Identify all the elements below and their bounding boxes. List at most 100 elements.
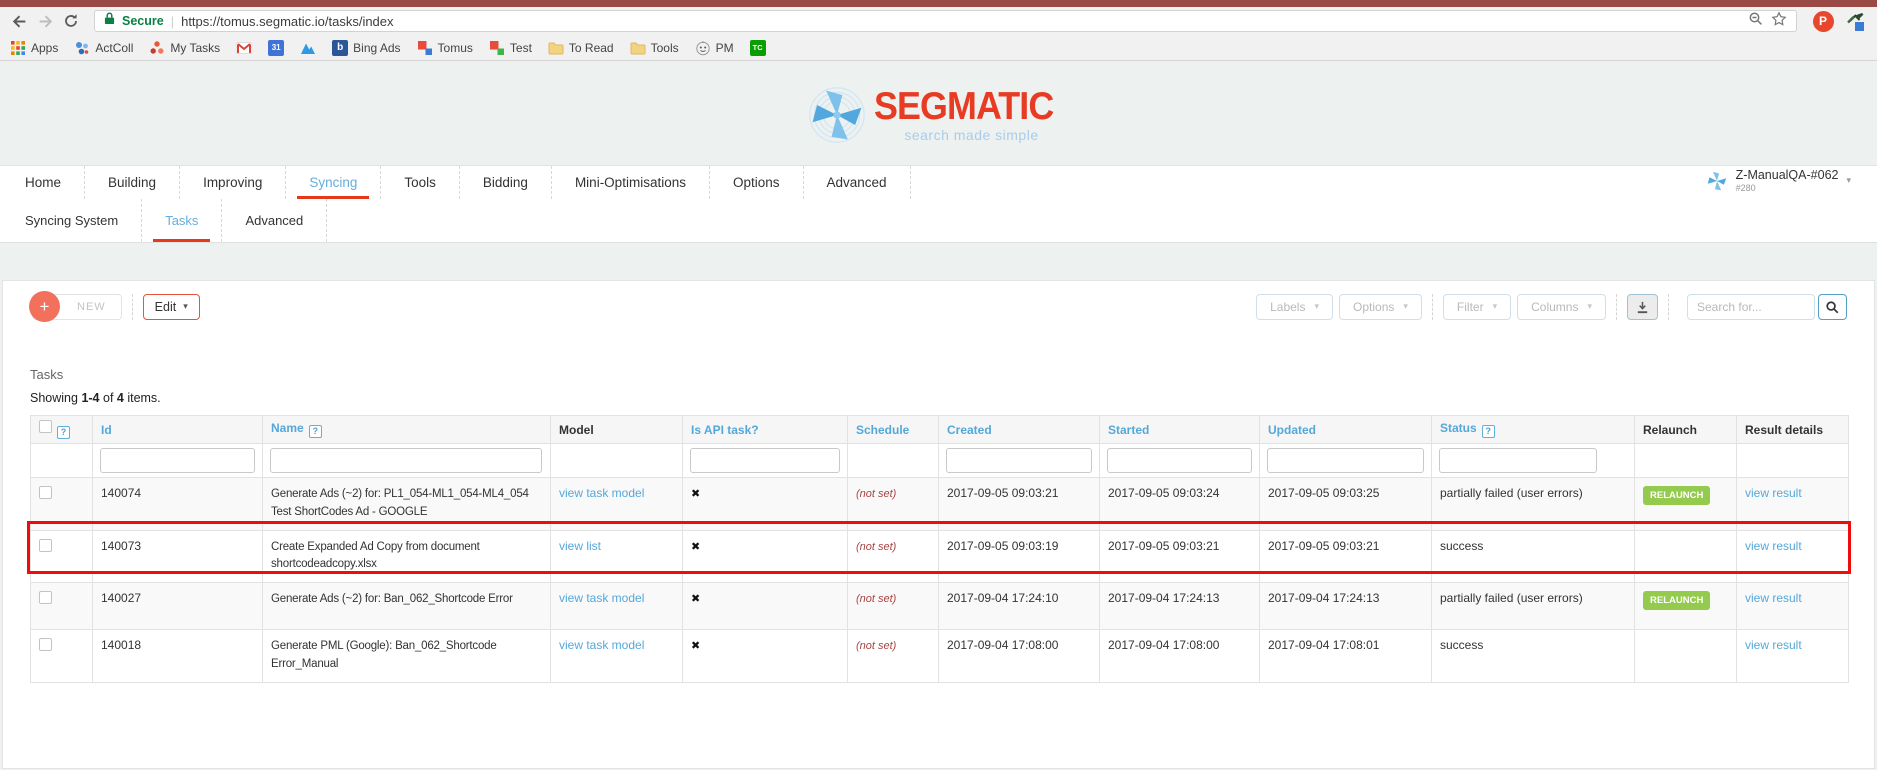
search-input[interactable] xyxy=(1687,294,1815,320)
cell-name: Generate Ads (~2) for: Ban_062_Shortcode… xyxy=(262,582,551,631)
apps-grid-icon xyxy=(11,40,25,55)
secure-label: Secure xyxy=(122,14,164,28)
bookmark-analytics[interactable] xyxy=(300,40,316,56)
row-checkbox[interactable] xyxy=(39,538,52,552)
zoom-icon[interactable] xyxy=(1748,11,1764,32)
padlock-icon xyxy=(104,11,115,31)
view-task-model-link[interactable]: view task model xyxy=(559,486,644,500)
col-model: Model xyxy=(550,415,683,444)
col-created[interactable]: Created xyxy=(938,415,1100,444)
bookmark-pm[interactable]: PM xyxy=(695,40,734,56)
help-icon[interactable]: ? xyxy=(308,424,322,438)
cell-name: Create Expanded Ad Copy from document sh… xyxy=(262,529,551,584)
bookmark-folder-to-read[interactable]: To Read xyxy=(548,40,614,56)
filter-input-name[interactable] xyxy=(270,448,542,473)
tc-icon: TC xyxy=(749,39,766,56)
col-relaunch: Relaunch xyxy=(1634,415,1737,444)
tab-syncing[interactable]: Syncing xyxy=(286,166,382,199)
tab-tools[interactable]: Tools xyxy=(381,166,460,199)
new-button[interactable]: NEW + xyxy=(29,291,122,322)
options-dropdown-button[interactable]: Options ▾ xyxy=(1339,294,1422,320)
row-checkbox[interactable] xyxy=(39,638,52,652)
col-schedule[interactable]: Schedule xyxy=(847,415,939,444)
tab-home[interactable]: Home xyxy=(2,166,86,199)
view-list-link[interactable]: view list xyxy=(559,539,601,553)
url-separator: | xyxy=(170,13,175,29)
extension-colorpicker-icon[interactable] xyxy=(1843,9,1867,33)
bookmark-actcoll[interactable]: ActColl xyxy=(74,40,133,56)
export-download-button[interactable] xyxy=(1627,294,1658,320)
subtab-tasks[interactable]: Tasks xyxy=(142,199,223,242)
view-result-link[interactable]: view result xyxy=(1745,591,1802,605)
api-false-icon: ✖ xyxy=(691,539,701,553)
bookmark-tomus[interactable]: Tomus xyxy=(417,40,473,56)
chevron-down-icon: ▾ xyxy=(183,302,188,312)
cell-schedule: (not set) xyxy=(856,593,897,606)
col-name[interactable]: Name? xyxy=(262,415,551,444)
bookmark-star-icon[interactable] xyxy=(1771,10,1787,32)
filter-input-id[interactable] xyxy=(100,448,255,473)
view-result-link[interactable]: view result xyxy=(1745,486,1802,500)
tab-improving[interactable]: Improving xyxy=(180,166,287,199)
apps-shortcut[interactable]: Apps xyxy=(10,40,58,56)
relaunch-button[interactable]: RELAUNCH xyxy=(1643,591,1711,611)
browser-tab-strip xyxy=(0,0,1877,7)
col-is-api-task[interactable]: Is API task? xyxy=(682,415,848,444)
cell-id: 140018 xyxy=(92,629,263,683)
view-result-link[interactable]: view result xyxy=(1745,638,1802,652)
columns-dropdown-button[interactable]: Columns ▾ xyxy=(1517,294,1606,320)
tab-bidding[interactable]: Bidding xyxy=(460,166,552,199)
filter-input-started[interactable] xyxy=(1107,448,1252,473)
bookmark-folder-tools[interactable]: Tools xyxy=(630,40,679,56)
folder-icon xyxy=(548,42,564,54)
back-button[interactable] xyxy=(10,12,28,30)
filter-input-status[interactable] xyxy=(1439,448,1597,473)
subtab-advanced[interactable]: Advanced xyxy=(222,199,328,242)
row-checkbox[interactable] xyxy=(39,591,52,605)
help-icon[interactable]: ? xyxy=(57,425,70,439)
labels-dropdown-button[interactable]: Labels ▾ xyxy=(1256,294,1334,320)
subtab-syncing-system[interactable]: Syncing System xyxy=(2,199,143,242)
bookmark-calendar[interactable]: 31 xyxy=(268,39,285,56)
filter-dropdown-button[interactable]: Filter ▾ xyxy=(1442,294,1512,320)
url-bar[interactable]: Secure | https://tomus.segmatic.io/tasks… xyxy=(94,10,1797,32)
reload-button[interactable] xyxy=(62,12,80,30)
cell-created: 2017-09-05 09:03:19 xyxy=(938,529,1100,584)
bookmark-my-tasks[interactable]: My Tasks xyxy=(149,40,220,56)
cell-schedule: (not set) xyxy=(856,640,897,653)
bookmark-bing-ads[interactable]: b Bing Ads xyxy=(332,39,401,56)
col-id[interactable]: Id xyxy=(92,415,263,444)
cell-schedule: (not set) xyxy=(856,540,897,553)
cell-started: 2017-09-05 09:03:21 xyxy=(1099,529,1260,584)
col-updated[interactable]: Updated xyxy=(1259,415,1432,444)
extension-p-icon[interactable]: P xyxy=(1811,9,1835,33)
help-icon[interactable]: ? xyxy=(1481,424,1495,438)
relaunch-button[interactable]: RELAUNCH xyxy=(1643,486,1711,505)
bookmark-test[interactable]: Test xyxy=(489,40,532,56)
calendar-31-icon: 31 xyxy=(268,39,285,56)
view-result-link[interactable]: view result xyxy=(1745,539,1802,553)
view-task-model-link[interactable]: view task model xyxy=(559,638,644,652)
search-button[interactable] xyxy=(1818,294,1847,320)
cell-started: 2017-09-04 17:24:13 xyxy=(1099,582,1260,631)
tab-advanced[interactable]: Advanced xyxy=(804,166,911,199)
tomus-tiles-icon xyxy=(417,40,432,55)
user-menu[interactable]: Z-ManualQA-#062 #280 ▾ xyxy=(1706,168,1851,193)
view-task-model-link[interactable]: view task model xyxy=(559,591,644,605)
col-started[interactable]: Started xyxy=(1099,415,1260,444)
row-checkbox[interactable] xyxy=(39,486,52,499)
filter-input-is-api-task[interactable] xyxy=(690,448,840,473)
tab-mini-optimisations[interactable]: Mini-Optimisations xyxy=(552,166,710,199)
select-all-checkbox[interactable] xyxy=(39,420,52,434)
bookmark-gmail[interactable] xyxy=(236,40,252,56)
forward-button[interactable] xyxy=(36,12,54,30)
api-false-icon: ✖ xyxy=(691,487,701,500)
bookmark-tc[interactable]: TC xyxy=(749,39,766,56)
edit-dropdown-button[interactable]: Edit ▾ xyxy=(142,294,200,320)
tab-options[interactable]: Options xyxy=(710,166,804,199)
cell-started: 2017-09-05 09:03:24 xyxy=(1099,477,1260,531)
tab-building[interactable]: Building xyxy=(85,166,181,199)
col-status[interactable]: Status? xyxy=(1431,415,1635,444)
filter-input-created[interactable] xyxy=(946,448,1092,473)
filter-input-updated[interactable] xyxy=(1267,448,1424,473)
